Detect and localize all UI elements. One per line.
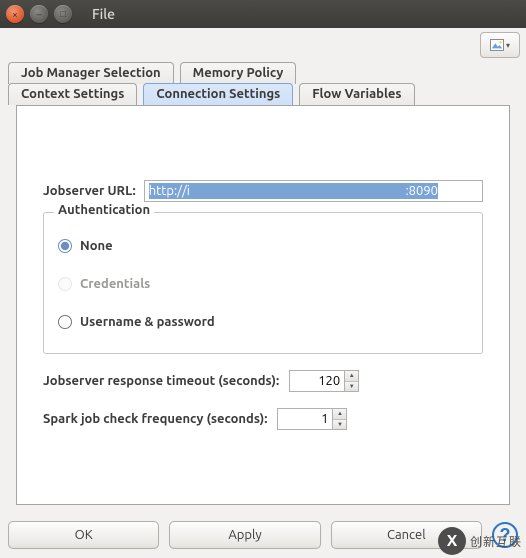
settings-panel: Jobserver URL: http://i :8090 Authentica… — [16, 105, 510, 505]
tab-memory-policy[interactable]: Memory Policy — [180, 62, 297, 84]
auth-radio-none[interactable] — [58, 239, 72, 253]
auth-label-none: None — [80, 239, 113, 253]
window-title: File — [92, 6, 115, 22]
image-icon — [490, 39, 504, 51]
frequency-label: Spark job check frequency (seconds): — [43, 412, 267, 426]
timeout-row: Jobserver response timeout (seconds): ▲ … — [43, 370, 483, 392]
frequency-step-down-icon[interactable]: ▼ — [333, 420, 346, 430]
frequency-step-up-icon[interactable]: ▲ — [333, 409, 346, 420]
toolbar: ▾ — [0, 28, 526, 62]
jobserver-url-row: Jobserver URL: http://i :8090 — [43, 180, 483, 202]
tab-job-manager-selection[interactable]: Job Manager Selection — [8, 62, 174, 84]
watermark: X 创新互联 — [438, 524, 526, 558]
tab-connection-settings[interactable]: Connection Settings — [143, 83, 293, 105]
auth-option-userpass[interactable]: Username & password — [58, 315, 470, 329]
tab-row-2: Context Settings Connection Settings Flo… — [8, 83, 518, 105]
watermark-text: 创新互联 — [470, 533, 522, 550]
tab-context-settings[interactable]: Context Settings — [8, 83, 137, 105]
url-prefix-text: http://i — [149, 183, 190, 199]
auth-radio-userpass[interactable] — [58, 315, 72, 329]
image-dropdown-button[interactable]: ▾ — [480, 32, 520, 58]
tab-area: Job Manager Selection Memory Policy Cont… — [0, 62, 526, 505]
url-suffix-text: :8090 — [405, 183, 438, 199]
frequency-input[interactable] — [277, 408, 333, 430]
tab-row-1: Job Manager Selection Memory Policy — [8, 62, 518, 84]
dropdown-caret-icon: ▾ — [506, 41, 510, 50]
auth-radio-credentials — [58, 277, 72, 291]
timeout-step-down-icon[interactable]: ▼ — [345, 382, 358, 392]
timeout-label: Jobserver response timeout (seconds): — [43, 374, 279, 388]
frequency-row: Spark job check frequency (seconds): ▲ ▼ — [43, 408, 483, 430]
jobserver-url-label: Jobserver URL: — [43, 184, 136, 198]
authentication-legend: Authentication — [54, 203, 154, 217]
auth-label-credentials: Credentials — [80, 277, 150, 291]
auth-option-none[interactable]: None — [58, 239, 470, 253]
watermark-logo-icon: X — [438, 527, 466, 555]
authentication-group: Authentication None Credentials Username… — [43, 212, 483, 354]
frequency-spinner[interactable]: ▲ ▼ — [277, 408, 347, 430]
tab-flow-variables[interactable]: Flow Variables — [299, 83, 414, 105]
close-icon[interactable]: × — [6, 5, 24, 23]
apply-button[interactable]: Apply — [169, 521, 320, 549]
minimize-icon[interactable]: – — [30, 5, 48, 23]
timeout-input[interactable] — [289, 370, 345, 392]
timeout-spinner[interactable]: ▲ ▼ — [289, 370, 359, 392]
timeout-step-up-icon[interactable]: ▲ — [345, 371, 358, 382]
auth-option-credentials: Credentials — [58, 277, 470, 291]
ok-button[interactable]: OK — [8, 521, 159, 549]
titlebar: × – □ File — [0, 0, 526, 28]
jobserver-url-input[interactable]: http://i :8090 — [144, 180, 483, 202]
maximize-icon[interactable]: □ — [54, 5, 72, 23]
auth-label-userpass: Username & password — [80, 315, 215, 329]
